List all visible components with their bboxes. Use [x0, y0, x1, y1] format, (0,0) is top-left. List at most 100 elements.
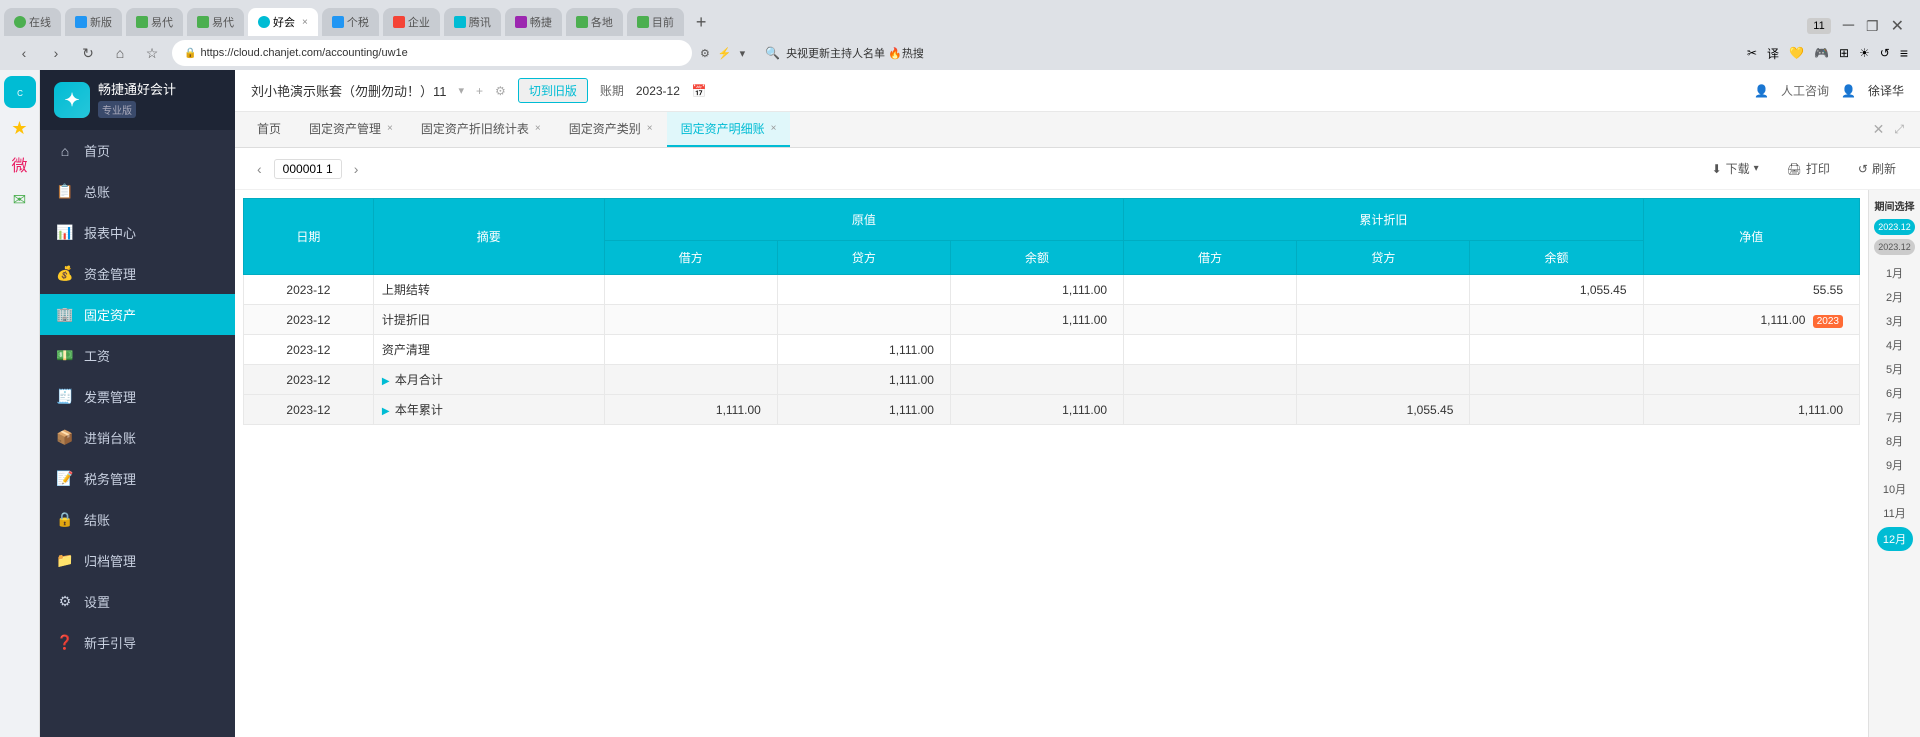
extension-icon-1[interactable]: ⚙ [700, 47, 710, 60]
tab-home[interactable]: 首页 [243, 112, 295, 147]
tab-close-category[interactable]: × [647, 123, 653, 134]
add-icon[interactable]: + [476, 84, 483, 98]
sidebar-item-close[interactable]: 🔒 结账 [40, 499, 235, 540]
tab-close-detail[interactable]: × [771, 123, 777, 134]
switch-version-btn[interactable]: 切到旧版 [518, 78, 588, 103]
sidebar-item-fixed-assets[interactable]: 🏢 固定资产 [40, 294, 235, 335]
period-date-chip-1[interactable]: 2023.12 [1874, 219, 1915, 235]
forward-btn[interactable]: › [44, 41, 68, 65]
tab-label-yidai2: 易代 [212, 14, 234, 30]
sidebar-item-archive[interactable]: 📁 归档管理 [40, 540, 235, 581]
help-icon: 👤 [1754, 84, 1769, 98]
browser-tab-new[interactable]: 新版 [65, 8, 122, 36]
home-btn[interactable]: ⌂ [108, 41, 132, 65]
sidebar-item-tax[interactable]: 📝 税务管理 [40, 458, 235, 499]
pagination-left: ‹ 000001 1 › [251, 159, 364, 179]
browser-tab-haokuai[interactable]: 好会 × [248, 8, 318, 36]
translate-icon[interactable]: 译 [1767, 45, 1779, 62]
browser-tab-gedi[interactable]: 各地 [566, 8, 623, 36]
sidebar-item-ledger[interactable]: 📋 总账 [40, 171, 235, 212]
minimize-icon[interactable]: ─ [1843, 17, 1854, 35]
app-icon-email[interactable]: ✉ [4, 184, 36, 216]
new-tab-btn[interactable]: + [688, 8, 715, 36]
period-month-12[interactable]: 12月 [1877, 527, 1913, 551]
period-month-1[interactable]: 1月 [1877, 261, 1913, 285]
refresh-btn[interactable]: ↺ 刷新 [1850, 156, 1904, 181]
sidebar-item-reports[interactable]: 📊 报表中心 [40, 212, 235, 253]
period-date-chip-2[interactable]: 2023.12 [1874, 239, 1915, 255]
next-page-btn[interactable]: › [348, 159, 365, 179]
calendar-icon[interactable]: 📅 [692, 84, 707, 98]
sidebar-item-settings[interactable]: ⚙ 设置 [40, 581, 235, 622]
tab-close-haokuai[interactable]: × [302, 17, 308, 28]
tab-close-fixed-mgmt[interactable]: × [387, 123, 393, 134]
app-icon-star[interactable]: ★ [4, 112, 36, 144]
browser-tab-muqian[interactable]: 目前 [627, 8, 684, 36]
row2-net-value [1643, 335, 1859, 365]
period-month-9[interactable]: 9月 [1877, 453, 1913, 477]
period-month-7[interactable]: 7月 [1877, 405, 1913, 429]
period-month-3[interactable]: 3月 [1877, 309, 1913, 333]
undo-icon[interactable]: ↺ [1880, 46, 1890, 60]
restore-icon[interactable]: ❐ [1866, 18, 1879, 35]
row2-orig-balance [950, 335, 1123, 365]
browser-tab-changjie[interactable]: 畅捷 [505, 8, 562, 36]
browser-tab-qiye[interactable]: 企业 [383, 8, 440, 36]
dropdown-arrow[interactable]: ▾ [459, 84, 465, 97]
th-net-value: 净值 [1643, 199, 1859, 275]
help-label[interactable]: 人工咨询 [1781, 82, 1829, 99]
download-btn[interactable]: ⬇ 下载 ▾ [1704, 156, 1767, 181]
sidebar-item-funds[interactable]: 💰 资金管理 [40, 253, 235, 294]
content-area: ‹ 000001 1 › ⬇ 下载 ▾ 🖨 打印 [235, 148, 1920, 737]
reload-btn[interactable]: ↻ [76, 41, 100, 65]
period-month-6[interactable]: 6月 [1877, 381, 1913, 405]
star-btn[interactable]: ☆ [140, 41, 164, 65]
search-bar[interactable]: 🔍 央视更新主持人名单 🔥热搜 [765, 45, 924, 61]
page-number-box[interactable]: 000001 1 [274, 159, 342, 179]
total-month-icon: ▶ [382, 376, 390, 387]
address-input[interactable]: 🔒 https://cloud.chanjet.com/accounting/u… [172, 40, 692, 66]
tab-close-depreciation[interactable]: × [535, 123, 541, 134]
tab-fixed-mgmt[interactable]: 固定资产管理 × [295, 112, 407, 147]
tab-area-maximize-icon[interactable]: ⤢ [1894, 122, 1904, 137]
tab-area-close-icon[interactable]: ✕ [1873, 121, 1885, 138]
period-month-5[interactable]: 5月 [1877, 357, 1913, 381]
period-month-2[interactable]: 2月 [1877, 285, 1913, 309]
period-month-11[interactable]: 11月 [1877, 501, 1913, 525]
tab-depreciation[interactable]: 固定资产折旧统计表 × [407, 112, 555, 147]
settings-small-icon[interactable]: ⚙ [495, 84, 506, 98]
browser-tab-tencent[interactable]: 腾讯 [444, 8, 501, 36]
wallet-icon[interactable]: 💛 [1789, 46, 1804, 60]
back-btn[interactable]: ‹ [12, 41, 36, 65]
browser-tab-geshui[interactable]: 个税 [322, 8, 379, 36]
period-month-8[interactable]: 8月 [1877, 429, 1913, 453]
browser-tab-yidai1[interactable]: 易代 [126, 8, 183, 36]
sidebar-item-home[interactable]: ⌂ 首页 [40, 130, 235, 171]
app-icon-main[interactable]: C [4, 76, 36, 108]
user-name[interactable]: 徐译华 [1868, 82, 1904, 99]
browser-tab-yidai2[interactable]: 易代 [187, 8, 244, 36]
prev-page-btn[interactable]: ‹ [251, 159, 268, 179]
tab-detail[interactable]: 固定资产明细账 × [667, 112, 791, 147]
brightness-icon[interactable]: ☀ [1859, 46, 1870, 60]
sidebar-item-salary[interactable]: 💵 工资 [40, 335, 235, 376]
grid-icon[interactable]: ⊞ [1839, 46, 1849, 60]
sidebar-item-invoice[interactable]: 🧾 发票管理 [40, 376, 235, 417]
extension-icon-2[interactable]: ⚡ [718, 47, 732, 60]
print-btn[interactable]: 🖨 打印 [1779, 156, 1838, 181]
game-icon[interactable]: 🎮 [1814, 46, 1829, 60]
sidebar-item-label-home: 首页 [84, 141, 110, 160]
period-month-10[interactable]: 10月 [1877, 477, 1913, 501]
browser-tab-online[interactable]: 在线 [4, 8, 61, 36]
dropdown-icon[interactable]: ▾ [740, 47, 746, 60]
close-account-icon: 🔒 [56, 511, 74, 529]
window-close-icon[interactable]: ✕ [1891, 16, 1904, 36]
tab-category[interactable]: 固定资产类别 × [555, 112, 667, 147]
scissors-icon[interactable]: ✂ [1747, 46, 1757, 60]
menu-icon[interactable]: ≡ [1900, 45, 1908, 61]
sidebar-item-inout[interactable]: 📦 进销台账 [40, 417, 235, 458]
app-icon-weibo[interactable]: 微 [4, 148, 36, 180]
sidebar-item-guide[interactable]: ❓ 新手引导 [40, 622, 235, 663]
th-accumulated: 累计折旧 [1124, 199, 1643, 241]
period-month-4[interactable]: 4月 [1877, 333, 1913, 357]
